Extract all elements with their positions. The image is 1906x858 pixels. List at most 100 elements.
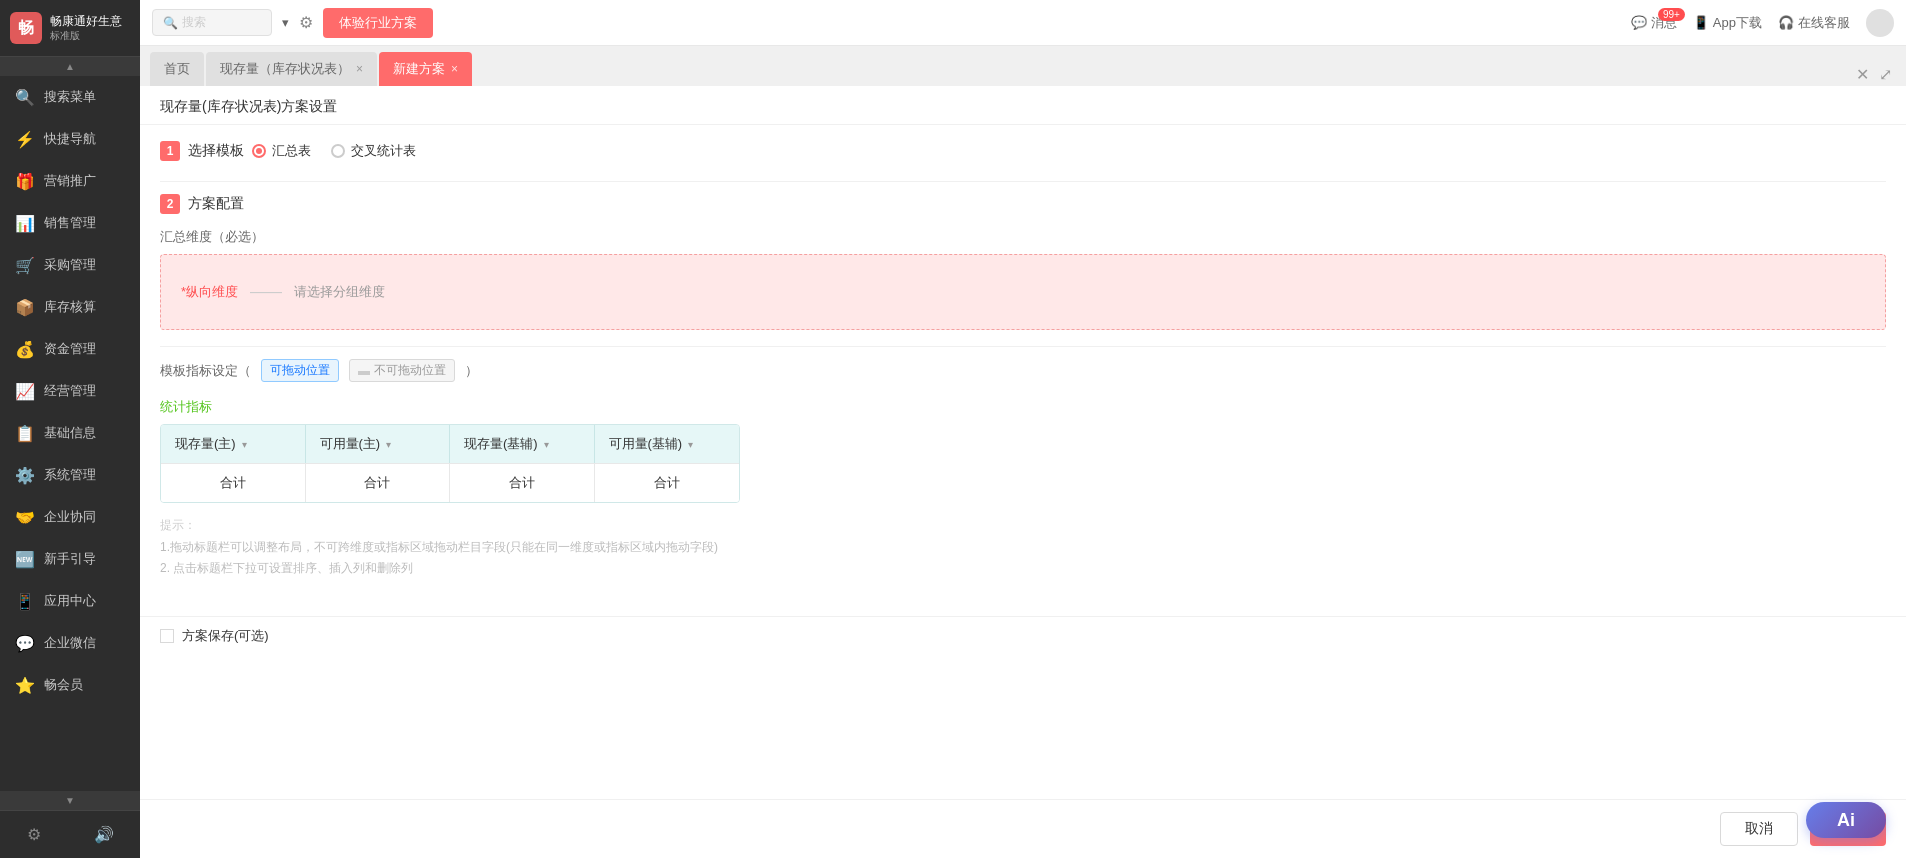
trial-button[interactable]: 体验行业方案 — [323, 8, 433, 38]
radio-cross-label: 交叉统计表 — [351, 142, 416, 160]
radio-cross[interactable]: 交叉统计表 — [331, 142, 416, 160]
topbar-right: 💬 消息 99+ 📱 App下载 🎧 在线客服 — [1631, 9, 1894, 37]
sidebar-item-label: 库存核算 — [44, 298, 96, 316]
radio-summary-label: 汇总表 — [272, 142, 311, 160]
save-checkbox[interactable] — [160, 629, 174, 643]
sidebar-item-enterprise[interactable]: 🤝 企业协同 — [0, 496, 140, 538]
save-section: 方案保存(可选) — [140, 616, 1906, 655]
speaker-button[interactable]: 🔊 — [88, 819, 120, 850]
tab-new-plan[interactable]: 新建方案 × — [379, 52, 472, 86]
system-icon: ⚙️ — [16, 466, 34, 484]
sidebar-item-label: 企业微信 — [44, 634, 96, 652]
sidebar-item-label: 销售管理 — [44, 214, 96, 232]
col2-dropdown-icon[interactable]: ▾ — [386, 439, 391, 450]
radio-summary[interactable]: 汇总表 — [252, 142, 311, 160]
sidebar-item-sales[interactable]: 📊 销售管理 — [0, 202, 140, 244]
indicator-label-text: 模板指标设定（ — [160, 362, 251, 380]
ai-float-button[interactable]: Ai — [1806, 802, 1886, 838]
sidebar-item-wechat[interactable]: 💬 企业微信 — [0, 622, 140, 664]
tips-section: 提示： 1.拖动标题栏可以调整布局，不可跨维度或指标区域拖动栏目字段(只能在同一… — [160, 515, 1886, 580]
dimension-section: 汇总维度（必选） *纵向维度 —— 请选择分组维度 — [160, 228, 1886, 330]
tab-new-plan-close-icon[interactable]: × — [451, 62, 458, 76]
app-center-icon: 📱 — [16, 592, 34, 610]
operations-icon: 📈 — [16, 382, 34, 400]
tab-inventory-close-icon[interactable]: × — [356, 62, 363, 76]
app-name: 畅康通好生意 — [50, 14, 122, 30]
sidebar-item-label: 畅会员 — [44, 676, 83, 694]
enterprise-icon: 🤝 — [16, 508, 34, 526]
non-draggable-label: 不可拖动位置 — [374, 362, 446, 379]
dimension-area: *纵向维度 —— 请选择分组维度 — [160, 254, 1886, 330]
template-section: 1 选择模板 汇总表 交叉统计表 — [160, 141, 1886, 161]
settings-button[interactable]: ⚙ — [21, 819, 47, 850]
stats-table-body: 合计 合计 合计 合计 — [161, 463, 739, 502]
sidebar-item-app-center[interactable]: 📱 应用中心 — [0, 580, 140, 622]
stats-col-2[interactable]: 可用量(主) ▾ — [306, 425, 451, 463]
non-draggable-badge: ▬ 不可拖动位置 — [349, 359, 455, 382]
sidebar-item-quick-nav[interactable]: ⚡ 快捷导航 — [0, 118, 140, 160]
tip-1: 1.拖动标题栏可以调整布局，不可跨维度或指标区域拖动栏目字段(只能在同一维度或指… — [160, 537, 1886, 559]
indicator-label: 模板指标设定（ 可拖动位置 ▬ 不可拖动位置 ） — [160, 359, 1886, 382]
section2-title: 2 方案配置 — [160, 194, 1886, 214]
stats-col-4-label: 可用量(基辅) — [609, 435, 683, 453]
sidebar-item-label: 新手引导 — [44, 550, 96, 568]
sidebar-item-label: 系统管理 — [44, 466, 96, 484]
topbar-dropdown[interactable]: ▾ — [282, 15, 289, 30]
sidebar-item-marketing[interactable]: 🎁 营销推广 — [0, 160, 140, 202]
col3-dropdown-icon[interactable]: ▾ — [544, 439, 549, 450]
tab-new-plan-label: 新建方案 — [393, 60, 445, 78]
save-label: 方案保存(可选) — [182, 627, 269, 645]
sidebar-item-purchase[interactable]: 🛒 采购管理 — [0, 244, 140, 286]
stats-table-header: 现存量(主) ▾ 可用量(主) ▾ 现存量(基辅) ▾ — [161, 425, 739, 463]
sidebar-item-basic-info[interactable]: 📋 基础信息 — [0, 412, 140, 454]
message-badge: 99+ — [1658, 8, 1685, 21]
dimension-label: 汇总维度（必选） — [160, 228, 1886, 246]
sidebar-item-finance[interactable]: 💰 资金管理 — [0, 328, 140, 370]
sidebar-scroll-down[interactable]: ▼ — [0, 791, 140, 810]
stats-table: 现存量(主) ▾ 可用量(主) ▾ 现存量(基辅) ▾ — [160, 424, 740, 503]
inventory-icon: 📦 — [16, 298, 34, 316]
sidebar-item-label: 营销推广 — [44, 172, 96, 190]
panel-header: 现存量(库存状况表)方案设置 — [140, 86, 1906, 125]
sidebar-scroll-up[interactable]: ▲ — [0, 57, 140, 76]
footer: 取消 查询 — [140, 799, 1906, 858]
tab-home-label: 首页 — [164, 60, 190, 78]
panel-title: 现存量(库存状况表)方案设置 — [160, 98, 337, 114]
tip-2: 2. 点击标题栏下拉可设置排序、插入列和删除列 — [160, 558, 1886, 580]
newbie-icon: 🆕 — [16, 550, 34, 568]
radio-cross-circle — [331, 144, 345, 158]
tab-home[interactable]: 首页 — [150, 52, 204, 86]
cancel-button[interactable]: 取消 — [1720, 812, 1798, 846]
topbar-gear[interactable]: ⚙ — [299, 13, 313, 32]
sidebar-item-system[interactable]: ⚙️ 系统管理 — [0, 454, 140, 496]
sidebar-item-operations[interactable]: 📈 经营管理 — [0, 370, 140, 412]
stats-title: 统计指标 — [160, 398, 1886, 416]
tab-bar: 首页 现存量（库存状况表） × 新建方案 × ✕ ⤢ — [140, 46, 1906, 86]
topbar-search[interactable]: 🔍 搜索 — [152, 9, 272, 36]
sidebar-item-inventory[interactable]: 📦 库存核算 — [0, 286, 140, 328]
stats-cell-3: 合计 — [450, 463, 595, 502]
section1-num: 1 — [160, 141, 180, 161]
stats-col-4[interactable]: 可用量(基辅) ▾ — [595, 425, 740, 463]
col1-dropdown-icon[interactable]: ▾ — [242, 439, 247, 450]
topbar: 🔍 搜索 ▾ ⚙ 体验行业方案 💬 消息 99+ 📱 App下载 🎧 在线客服 — [140, 0, 1906, 46]
app-download-button[interactable]: 📱 App下载 — [1693, 14, 1762, 32]
sidebar-item-search-menu[interactable]: 🔍 搜索菜单 — [0, 76, 140, 118]
stats-col-3[interactable]: 现存量(基辅) ▾ — [450, 425, 595, 463]
tab-inventory-status[interactable]: 现存量（库存状况表） × — [206, 52, 377, 86]
sidebar-item-newbie[interactable]: 🆕 新手引导 — [0, 538, 140, 580]
sidebar-bottom: ⚙ 🔊 — [0, 810, 140, 858]
panel-expand-button[interactable]: ⤢ — [1875, 63, 1896, 86]
col4-dropdown-icon[interactable]: ▾ — [688, 439, 693, 450]
panel-close-button[interactable]: ✕ — [1852, 63, 1873, 86]
search-menu-icon: 🔍 — [16, 88, 34, 106]
message-button[interactable]: 💬 消息 99+ — [1631, 14, 1677, 32]
divider2 — [160, 346, 1886, 347]
sidebar-item-label: 经营管理 — [44, 382, 96, 400]
sidebar-item-member[interactable]: ⭐ 畅会员 — [0, 664, 140, 706]
app-logo: 畅 畅康通好生意 标准版 — [0, 0, 140, 57]
main-area: 🔍 搜索 ▾ ⚙ 体验行业方案 💬 消息 99+ 📱 App下载 🎧 在线客服 — [140, 0, 1906, 858]
user-avatar[interactable] — [1866, 9, 1894, 37]
stats-col-1[interactable]: 现存量(主) ▾ — [161, 425, 306, 463]
online-service-button[interactable]: 🎧 在线客服 — [1778, 14, 1850, 32]
